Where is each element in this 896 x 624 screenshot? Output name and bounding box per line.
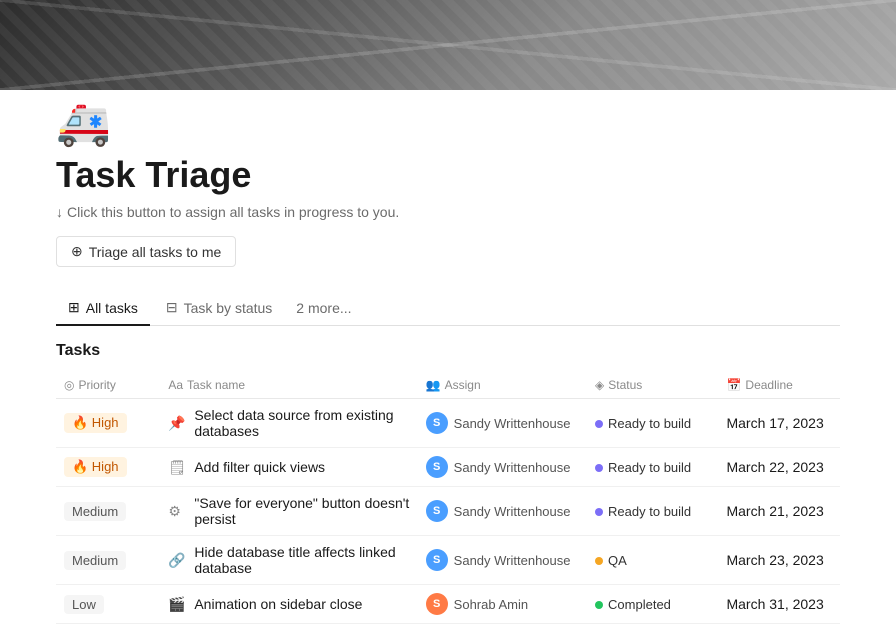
deadline-cell: March 23, 2023 [718, 536, 840, 585]
task-type-icon: 📌 [168, 415, 186, 432]
hero-banner [0, 0, 896, 90]
table-row[interactable]: 🔥 High 🗒 Add filter quick views S Sandy Writ… [56, 448, 840, 487]
task-name-cell: 📌 Select data source from existing databa… [160, 399, 417, 448]
task-name-cell: ⚙ "Save for everyone" button doesn't pers… [160, 487, 417, 536]
task-name-label: Add filter quick views [194, 459, 325, 475]
table-row[interactable]: Medium 🔗 Hide database title affects linke… [56, 536, 840, 585]
task-name-label: Animation on sidebar close [194, 596, 362, 612]
task-name-label: "Save for everyone" button doesn't persi… [194, 495, 409, 527]
deadline-cell: March 21, 2023 [718, 487, 840, 536]
subtitle-text: Click this button to assign all tasks in… [67, 204, 399, 220]
page-icon: 🚑 [56, 102, 896, 146]
page-subtitle: ↓ Click this button to assign all tasks … [56, 204, 840, 220]
assign-cell: S Sohrab Amin [418, 585, 587, 624]
assignee-name: Sandy Writtenhouse [454, 553, 571, 568]
priority-col-icon: ◎ [64, 378, 74, 392]
col-header-taskname: Aa Task name [160, 372, 417, 399]
status-label: Ready to build [608, 416, 691, 431]
triage-button-label: Triage all tasks to me [89, 244, 222, 260]
tasks-section-title: Tasks [56, 342, 840, 360]
tab-task-by-status-label: Task by status [184, 300, 273, 316]
status-label: Ready to build [608, 504, 691, 519]
status-label: QA [608, 553, 627, 568]
task-type-icon: 🗒 [168, 459, 186, 476]
avatar: S [426, 456, 448, 478]
status-cell: Completed [587, 585, 718, 624]
table-row[interactable]: 🔥 High 📌 Select data source from existing … [56, 399, 840, 448]
tasks-section: Tasks ◎ Priority Aa Task name [56, 326, 840, 624]
task-name-cell: 🎬 Animation on sidebar close [160, 585, 417, 624]
assign-col-icon: 👥 [426, 378, 441, 392]
tab-all-tasks[interactable]: ⊞ All tasks [56, 291, 150, 326]
avatar: S [426, 500, 448, 522]
priority-cell: Low [56, 585, 160, 624]
page-title: Task Triage [56, 154, 840, 196]
status-dot [595, 464, 603, 472]
assignee-name: Sandy Writtenhouse [454, 460, 571, 475]
priority-cell: Medium [56, 487, 160, 536]
task-name-cell: 🔗 Hide database title affects linked data… [160, 536, 417, 585]
triage-icon: ⊕ [71, 243, 83, 260]
task-type-icon: 🔗 [168, 552, 186, 569]
col-header-status: ◈ Status [587, 372, 718, 399]
triage-all-tasks-button[interactable]: ⊕ Triage all tasks to me [56, 236, 236, 267]
task-name-cell: 🗒 Add filter quick views [160, 448, 417, 487]
priority-badge-high: 🔥 High [64, 457, 127, 477]
col-header-priority: ◎ Priority [56, 372, 160, 399]
table-row[interactable]: Low 🎬 Animation on sidebar close S Sohrab Am… [56, 585, 840, 624]
task-name-label: Select data source from existing databas… [194, 407, 409, 439]
task-type-icon: 🎬 [168, 596, 186, 613]
status-dot [595, 601, 603, 609]
deadline-cell: March 22, 2023 [718, 448, 840, 487]
avatar: S [426, 593, 448, 615]
task-type-icon: ⚙ [168, 503, 186, 520]
avatar: S [426, 549, 448, 571]
tasks-table: ◎ Priority Aa Task name 👥 Assign [56, 372, 840, 624]
status-dot [595, 420, 603, 428]
assign-cell: S Sandy Writtenhouse [418, 448, 587, 487]
col-header-assign: 👥 Assign [418, 372, 587, 399]
status-dot [595, 508, 603, 516]
priority-badge-low: Low [64, 595, 104, 614]
tab-task-by-status[interactable]: ⊟ Task by status [154, 291, 284, 326]
tab-all-tasks-icon: ⊞ [68, 299, 80, 316]
table-row[interactable]: Medium ⚙ "Save for everyone" button doesn'… [56, 487, 840, 536]
task-name-label: Hide database title affects linked datab… [194, 544, 409, 576]
deadline-cell: March 31, 2023 [718, 585, 840, 624]
tab-bar: ⊞ All tasks ⊟ Task by status 2 more... [56, 291, 840, 326]
status-col-icon: ◈ [595, 378, 604, 392]
col-header-deadline: 📅 Deadline [718, 372, 840, 399]
priority-badge-high: 🔥 High [64, 413, 127, 433]
avatar: S [426, 412, 448, 434]
status-label: Completed [608, 597, 671, 612]
priority-badge-medium: Medium [64, 551, 126, 570]
deadline-cell: March 17, 2023 [718, 399, 840, 448]
priority-badge-medium: Medium [64, 502, 126, 521]
assignee-name: Sandy Writtenhouse [454, 416, 571, 431]
priority-cell: 🔥 High [56, 448, 160, 487]
status-cell: Ready to build [587, 487, 718, 536]
assignee-name: Sohrab Amin [454, 597, 528, 612]
taskname-col-icon: Aa [168, 378, 183, 392]
assign-cell: S Sandy Writtenhouse [418, 487, 587, 536]
priority-cell: Medium [56, 536, 160, 585]
assignee-name: Sandy Writtenhouse [454, 504, 571, 519]
status-cell: Ready to build [587, 448, 718, 487]
subtitle-arrow: ↓ [56, 204, 63, 220]
priority-cell: 🔥 High [56, 399, 160, 448]
tab-more[interactable]: 2 more... [288, 292, 359, 324]
assign-cell: S Sandy Writtenhouse [418, 399, 587, 448]
status-cell: Ready to build [587, 399, 718, 448]
status-label: Ready to build [608, 460, 691, 475]
assign-cell: S Sandy Writtenhouse [418, 536, 587, 585]
tab-all-tasks-label: All tasks [86, 300, 138, 316]
status-cell: QA [587, 536, 718, 585]
deadline-col-icon: 📅 [726, 378, 741, 392]
tab-task-by-status-icon: ⊟ [166, 299, 178, 316]
status-dot [595, 557, 603, 565]
